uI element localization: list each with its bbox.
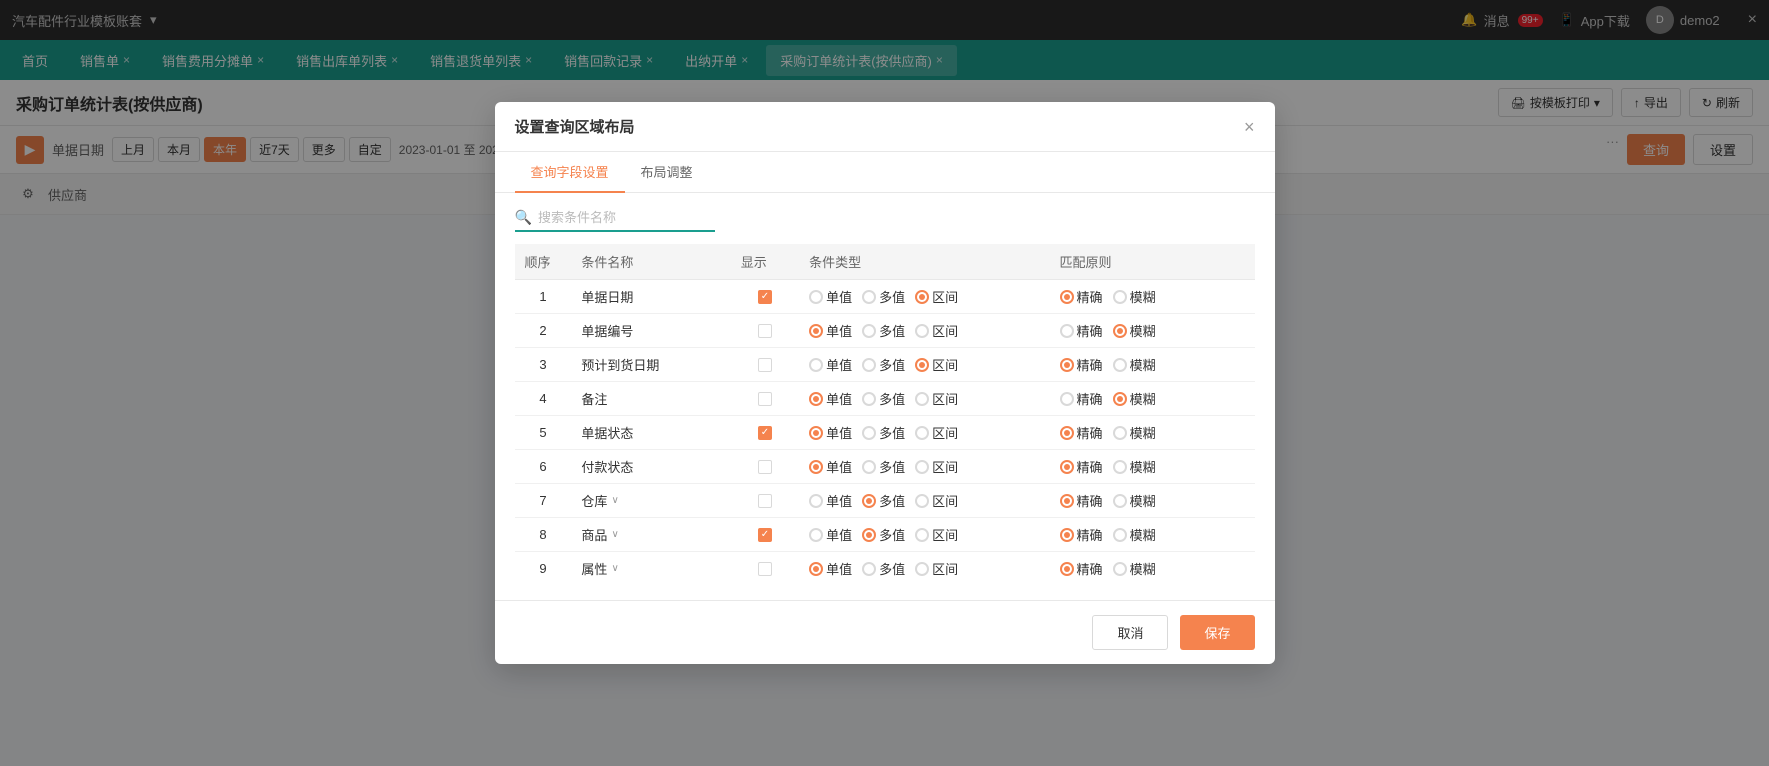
- row-condition-name: 单据状态: [571, 416, 730, 450]
- dialog-close-button[interactable]: ×: [1244, 118, 1255, 136]
- row-order: 7: [515, 484, 572, 518]
- th-name: 条件名称: [571, 244, 730, 280]
- table-row: 6付款状态 单值多值区间精确模糊: [515, 450, 1255, 484]
- row-match-options[interactable]: 精确模糊: [1050, 450, 1255, 484]
- row-type-options[interactable]: 单值多值区间: [799, 314, 1049, 348]
- row-match-options[interactable]: 精确模糊: [1050, 314, 1255, 348]
- dialog-body: 🔍 顺序 条件名称 显示 条件类型 匹配原则: [495, 193, 1275, 600]
- row-show-checkbox[interactable]: [731, 348, 799, 382]
- dialog-header: 设置查询区域布局 ×: [495, 102, 1275, 152]
- row-type-options[interactable]: 单值多值区间: [799, 382, 1049, 416]
- row-condition-name: 属性 ∨: [571, 552, 730, 585]
- table-row: 5单据状态 单值多值区间精确模糊: [515, 416, 1255, 450]
- tab-layout-adjust[interactable]: 布局调整: [625, 152, 709, 193]
- row-order: 5: [515, 416, 572, 450]
- row-condition-name: 预计到货日期: [571, 348, 730, 382]
- row-type-options[interactable]: 单值多值区间: [799, 484, 1049, 518]
- row-show-checkbox[interactable]: [731, 450, 799, 484]
- row-order: 2: [515, 314, 572, 348]
- search-icon: 🔍: [515, 209, 532, 226]
- row-condition-name: 商品 ∨: [571, 518, 730, 552]
- row-match-options[interactable]: 精确模糊: [1050, 484, 1255, 518]
- dialog-tabs: 查询字段设置 布局调整: [495, 152, 1275, 193]
- row-condition-name: 备注: [571, 382, 730, 416]
- row-type-options[interactable]: 单值多值区间: [799, 518, 1049, 552]
- conditions-table-scroll[interactable]: 顺序 条件名称 显示 条件类型 匹配原则 1单据日期单值多值区间精确模糊2单据编…: [515, 244, 1255, 584]
- row-show-checkbox[interactable]: [731, 416, 799, 450]
- row-condition-name: 仓库 ∨: [571, 484, 730, 518]
- th-type: 条件类型: [799, 244, 1049, 280]
- row-show-checkbox[interactable]: [731, 484, 799, 518]
- row-type-options[interactable]: 单值多值区间: [799, 416, 1049, 450]
- row-order: 6: [515, 450, 572, 484]
- row-match-options[interactable]: 精确模糊: [1050, 280, 1255, 314]
- save-button[interactable]: 保存: [1180, 615, 1254, 650]
- row-show-checkbox[interactable]: [731, 280, 799, 314]
- row-order: 3: [515, 348, 572, 382]
- th-show: 显示: [731, 244, 799, 280]
- cancel-button[interactable]: 取消: [1092, 615, 1168, 650]
- row-condition-name: 付款状态: [571, 450, 730, 484]
- table-row: 1单据日期 单值多值区间精确模糊: [515, 280, 1255, 314]
- settings-dialog: 设置查询区域布局 × 查询字段设置 布局调整 🔍: [495, 102, 1275, 664]
- th-match: 匹配原则: [1050, 244, 1255, 280]
- table-row: 3预计到货日期 单值多值区间精确模糊: [515, 348, 1255, 382]
- row-order: 4: [515, 382, 572, 416]
- row-match-options[interactable]: 精确模糊: [1050, 552, 1255, 585]
- row-show-checkbox[interactable]: [731, 518, 799, 552]
- row-match-options[interactable]: 精确模糊: [1050, 518, 1255, 552]
- row-condition-name: 单据日期: [571, 280, 730, 314]
- row-type-options[interactable]: 单值多值区间: [799, 348, 1049, 382]
- table-row: 7仓库 ∨ 单值多值区间精确模糊: [515, 484, 1255, 518]
- table-row: 8商品 ∨ 单值多值区间精确模糊: [515, 518, 1255, 552]
- modal-overlay: 设置查询区域布局 × 查询字段设置 布局调整 🔍: [0, 0, 1769, 766]
- dialog-footer: 取消 保存: [495, 600, 1275, 664]
- row-match-options[interactable]: 精确模糊: [1050, 348, 1255, 382]
- row-type-options[interactable]: 单值多值区间: [799, 552, 1049, 585]
- table-row: 2单据编号 单值多值区间精确模糊: [515, 314, 1255, 348]
- row-order: 9: [515, 552, 572, 585]
- search-input[interactable]: [538, 210, 715, 225]
- conditions-table: 顺序 条件名称 显示 条件类型 匹配原则 1单据日期单值多值区间精确模糊2单据编…: [515, 244, 1255, 584]
- row-show-checkbox[interactable]: [731, 314, 799, 348]
- dialog-title: 设置查询区域布局: [515, 116, 635, 137]
- condition-search-bar: 🔍: [515, 209, 715, 232]
- row-show-checkbox[interactable]: [731, 382, 799, 416]
- row-type-options[interactable]: 单值多值区间: [799, 280, 1049, 314]
- th-order: 顺序: [515, 244, 572, 280]
- table-row: 9属性 ∨ 单值多值区间精确模糊: [515, 552, 1255, 585]
- row-condition-name: 单据编号: [571, 314, 730, 348]
- row-match-options[interactable]: 精确模糊: [1050, 416, 1255, 450]
- table-row: 4备注 单值多值区间精确模糊: [515, 382, 1255, 416]
- row-type-options[interactable]: 单值多值区间: [799, 450, 1049, 484]
- row-order: 1: [515, 280, 572, 314]
- row-order: 8: [515, 518, 572, 552]
- row-match-options[interactable]: 精确模糊: [1050, 382, 1255, 416]
- row-show-checkbox[interactable]: [731, 552, 799, 585]
- table-header: 顺序 条件名称 显示 条件类型 匹配原则: [515, 244, 1255, 280]
- tab-query-fields[interactable]: 查询字段设置: [515, 152, 625, 193]
